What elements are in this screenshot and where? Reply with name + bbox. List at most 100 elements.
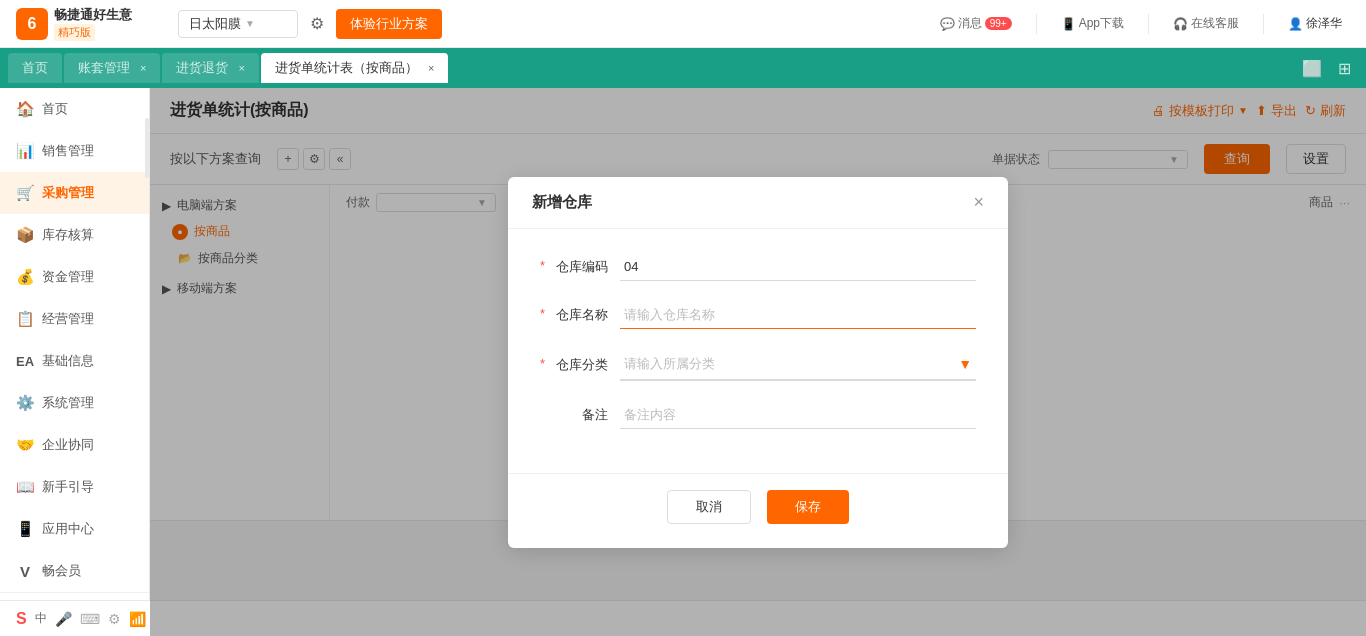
tab-stats-label: 进货单统计表（按商品） <box>275 59 418 77</box>
save-button[interactable]: 保存 <box>767 490 849 524</box>
vip-icon: V <box>16 562 34 580</box>
category-selector[interactable]: 请输入所属分类 ▼ <box>620 349 976 380</box>
category-border <box>620 380 976 381</box>
code-control <box>620 253 976 281</box>
sidebar-item-inventory[interactable]: 📦 库存核算 <box>0 214 149 256</box>
settings-icon[interactable]: ⚙ <box>310 14 324 33</box>
sidebar-item-finance[interactable]: 💰 资金管理 <box>0 256 149 298</box>
sidebar-item-system[interactable]: ⚙️ 系统管理 <box>0 382 149 424</box>
tab-bar: 首页 账套管理 × 进货退货 × 进货单统计表（按商品） × ⬜ ⊞ <box>0 48 1366 88</box>
tab-account[interactable]: 账套管理 × <box>64 53 160 83</box>
basic-info-icon: EA <box>16 352 34 370</box>
user-name-label: 徐泽华 <box>1306 15 1342 32</box>
sidebar-item-home[interactable]: 🏠 首页 <box>0 88 149 130</box>
content-area: 进货单统计(按商品) 🖨 按模板打印 ▼ ⬆ 导出 ↻ 刷新 按以下方案查询 <box>150 88 1366 636</box>
sidebar-item-guide[interactable]: 📖 新手引导 <box>0 466 149 508</box>
finance-icon: 💰 <box>16 268 34 286</box>
notification-btn[interactable]: 💬 消息 99+ <box>932 11 1020 36</box>
tab-minimize-btn[interactable]: ⬜ <box>1298 54 1326 82</box>
bottom-text: 中 <box>35 610 47 627</box>
settings2-icon[interactable]: ⚙ <box>108 611 121 627</box>
code-label: 仓库编码 <box>540 258 620 276</box>
modal-close-btn[interactable]: × <box>973 193 984 211</box>
modal-title: 新增仓库 <box>532 193 592 212</box>
code-input[interactable] <box>620 253 976 281</box>
sidebar: 🏠 首页 📊 销售管理 🛒 采购管理 📦 库存核算 💰 资金管理 📋 经营管理 … <box>0 88 150 636</box>
name-input[interactable] <box>620 301 976 329</box>
mic-icon[interactable]: 🎤 <box>55 611 72 627</box>
tab-purchase-return-label: 进货退货 <box>176 59 228 77</box>
store-selector[interactable]: 日太阳膜 ▼ <box>178 10 298 38</box>
name-control <box>620 301 976 329</box>
modal-header: 新增仓库 × <box>508 177 1008 229</box>
tab-stats-close[interactable]: × <box>428 62 434 74</box>
tab-home-label: 首页 <box>22 59 48 77</box>
top-header: 6 畅捷通好生意 精巧版 日太阳膜 ▼ ⚙ 体验行业方案 💬 消息 99+ 📱 … <box>0 0 1366 48</box>
home-icon: 🏠 <box>16 100 34 118</box>
sidebar-item-apps[interactable]: 📱 应用中心 <box>0 508 149 550</box>
name-row: 仓库名称 <box>540 301 976 329</box>
s-logo-icon: S <box>16 610 27 628</box>
enterprise-icon: 🤝 <box>16 436 34 454</box>
header-actions: 💬 消息 99+ 📱 App下载 🎧 在线客服 👤 徐泽华 <box>932 11 1350 36</box>
online-service-btn[interactable]: 🎧 在线客服 <box>1165 11 1247 36</box>
note-input[interactable] <box>620 401 976 429</box>
cancel-button[interactable]: 取消 <box>667 490 751 524</box>
category-label: 仓库分类 <box>540 356 620 374</box>
tab-expand-btn[interactable]: ⊞ <box>1330 54 1358 82</box>
purchase-icon: 🛒 <box>16 184 34 202</box>
notification-badge: 99+ <box>985 17 1012 30</box>
sales-icon: 📊 <box>16 142 34 160</box>
sidebar-item-enterprise[interactable]: 🤝 企业协同 <box>0 424 149 466</box>
guide-icon: 📖 <box>16 478 34 496</box>
note-label: 备注 <box>540 406 620 424</box>
sidebar-item-sales[interactable]: 📊 销售管理 <box>0 130 149 172</box>
trial-button[interactable]: 体验行业方案 <box>336 9 442 39</box>
category-placeholder: 请输入所属分类 <box>624 355 715 373</box>
user-icon: 👤 <box>1288 17 1303 31</box>
mobile-icon: 📱 <box>1061 17 1076 31</box>
divider2 <box>1148 14 1149 34</box>
tab-account-close[interactable]: × <box>140 62 146 74</box>
sidebar-item-purchase[interactable]: 🛒 采购管理 <box>0 172 149 214</box>
bottom-left: S 中 🎤 ⌨ ⚙ 📶 <box>16 610 146 628</box>
code-row: 仓库编码 <box>540 253 976 281</box>
notification-icon: 💬 <box>940 17 955 31</box>
modal-footer: 取消 保存 <box>508 473 1008 548</box>
tab-home[interactable]: 首页 <box>8 53 62 83</box>
new-warehouse-modal: 新增仓库 × 仓库编码 仓库名称 <box>508 177 1008 548</box>
main-layout: 🏠 首页 📊 销售管理 🛒 采购管理 📦 库存核算 💰 资金管理 📋 经营管理 … <box>0 88 1366 636</box>
chevron-down-icon: ▼ <box>245 18 255 29</box>
divider <box>1036 14 1037 34</box>
tab-stats[interactable]: 进货单统计表（按商品） × <box>261 53 448 83</box>
sidebar-item-operations[interactable]: 📋 经营管理 <box>0 298 149 340</box>
name-label: 仓库名称 <box>540 306 620 324</box>
keyboard-icon[interactable]: ⌨ <box>80 611 100 627</box>
headset-icon: 🎧 <box>1173 17 1188 31</box>
tab-purchase-return-close[interactable]: × <box>238 62 244 74</box>
tab-purchase-return[interactable]: 进货退货 × <box>162 53 258 83</box>
modal-body: 仓库编码 仓库名称 仓库分类 <box>508 229 1008 473</box>
sidebar-item-vip[interactable]: V 畅会员 <box>0 550 149 592</box>
modal-overlay: 新增仓库 × 仓库编码 仓库名称 <box>150 88 1366 636</box>
user-profile-btn[interactable]: 👤 徐泽华 <box>1280 11 1350 36</box>
tab-controls: ⬜ ⊞ <box>1298 54 1358 82</box>
operations-icon: 📋 <box>16 310 34 328</box>
category-row: 仓库分类 请输入所属分类 ▼ <box>540 349 976 381</box>
sidebar-scroll <box>145 118 149 178</box>
note-row: 备注 <box>540 401 976 429</box>
divider3 <box>1263 14 1264 34</box>
brand-text: 畅捷通好生意 精巧版 <box>54 6 132 41</box>
sidebar-item-basic-info[interactable]: EA 基础信息 <box>0 340 149 382</box>
apps-icon: 📱 <box>16 520 34 538</box>
note-control <box>620 401 976 429</box>
app-download-btn[interactable]: 📱 App下载 <box>1053 11 1132 36</box>
network-icon[interactable]: 📶 <box>129 611 146 627</box>
tab-account-label: 账套管理 <box>78 59 130 77</box>
system-icon: ⚙️ <box>16 394 34 412</box>
app-logo-icon: 6 <box>16 8 48 40</box>
category-control: 请输入所属分类 ▼ <box>620 349 976 381</box>
logo-area: 6 畅捷通好生意 精巧版 <box>16 6 166 41</box>
category-arrow-icon: ▼ <box>958 356 972 372</box>
inventory-icon: 📦 <box>16 226 34 244</box>
